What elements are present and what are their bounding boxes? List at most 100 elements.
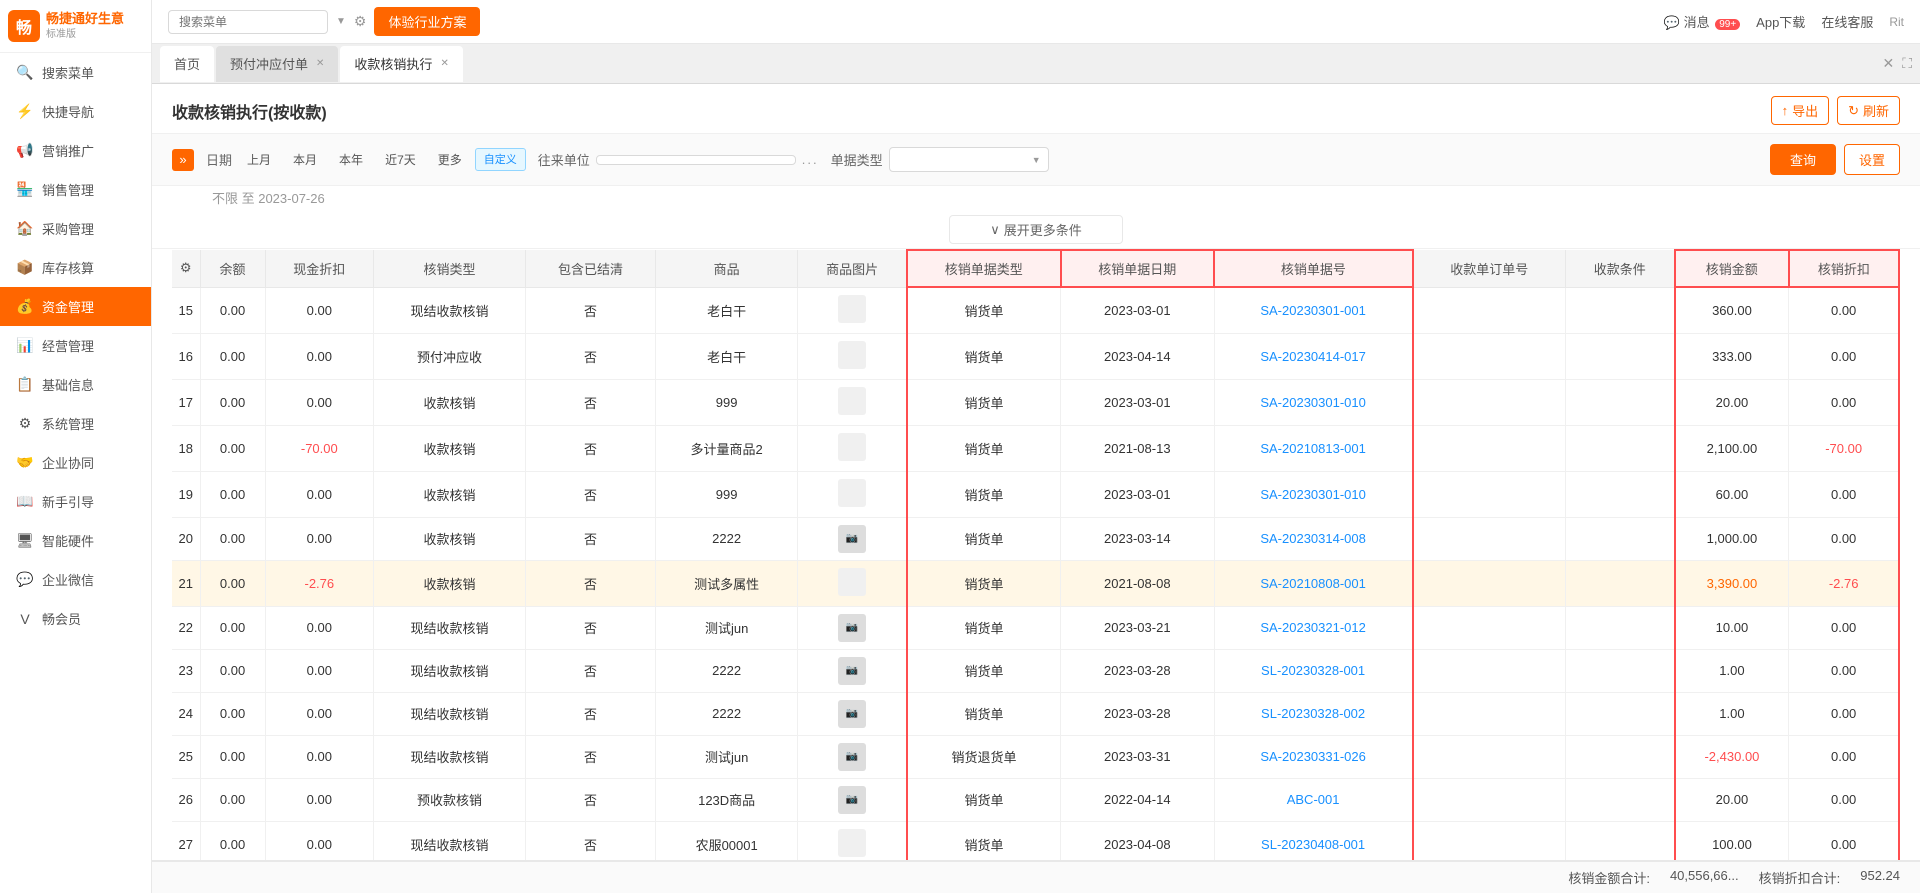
cell-bill-no: SA-20230301-010 xyxy=(1214,379,1413,425)
maximize-icon[interactable]: ⛶ xyxy=(1902,55,1912,72)
sidebar-item-wechat[interactable]: 💬企业微信 xyxy=(0,560,151,599)
partner-dots[interactable]: ... xyxy=(802,152,819,167)
bill-no-link[interactable]: ABC-001 xyxy=(1287,792,1340,807)
bill-no-link[interactable]: SA-20230321-012 xyxy=(1260,620,1366,635)
bill-no-link[interactable]: SA-20230331-026 xyxy=(1260,749,1366,764)
settings-icon[interactable]: ⚙ xyxy=(354,13,367,30)
cell-amount: 333.00 xyxy=(1675,333,1789,379)
cell-included: 否 xyxy=(525,333,655,379)
bill-no-link[interactable]: SL-20230328-002 xyxy=(1261,706,1365,721)
bill-no-link[interactable]: SA-20210808-001 xyxy=(1260,576,1366,591)
bill-no-link[interactable]: SA-20230414-017 xyxy=(1260,349,1366,364)
close-window-icon[interactable]: ✕ xyxy=(1882,55,1894,72)
bill-no-link[interactable]: SA-20230301-010 xyxy=(1260,395,1366,410)
cell-order-no xyxy=(1413,735,1566,778)
tab-receipt[interactable]: 收款核销执行✕ xyxy=(340,46,462,82)
cell-verify-type: 现结收款核销 xyxy=(374,287,526,333)
sidebar-item-basic[interactable]: 📋基础信息 xyxy=(0,365,151,404)
sales-icon: 🏪 xyxy=(16,181,34,199)
more-date-btn[interactable]: 更多 xyxy=(429,148,471,171)
expand-conditions-button[interactable]: ∨ 展开更多条件 xyxy=(949,215,1123,244)
cell-included: 否 xyxy=(525,560,655,606)
industry-solution-button[interactable]: 体验行业方案 xyxy=(374,7,480,36)
custom-date-btn[interactable]: 自定义 xyxy=(475,148,526,171)
table-row: 19 0.00 0.00 收款核销 否 999 销货单 2023-03-01 S… xyxy=(172,471,1899,517)
cell-bill-no: SL-20230328-001 xyxy=(1214,649,1413,692)
cell-cash-discount: 0.00 xyxy=(265,333,373,379)
sidebar-item-search[interactable]: 🔍搜索菜单 xyxy=(0,53,151,92)
cell-bill-no: SA-20230414-017 xyxy=(1214,333,1413,379)
last-month-btn[interactable]: 上月 xyxy=(238,148,280,171)
refresh-button[interactable]: ↻ 刷新 xyxy=(1837,96,1900,125)
cell-amount: 10.00 xyxy=(1675,606,1789,649)
bill-no-link[interactable]: SA-20210813-001 xyxy=(1260,441,1366,456)
partner-input[interactable] xyxy=(596,155,796,165)
system-icon: ⚙ xyxy=(16,415,34,433)
sidebar-item-hardware[interactable]: 🖥智能硬件 xyxy=(0,521,151,560)
export-button[interactable]: ↑ 导出 xyxy=(1771,96,1830,125)
search-input[interactable] xyxy=(168,10,328,34)
cell-bill-date: 2021-08-13 xyxy=(1061,425,1215,471)
tab-home[interactable]: 首页 xyxy=(160,46,214,82)
sidebar-item-system[interactable]: ⚙ 系统管理 xyxy=(0,404,151,443)
bill-no-link[interactable]: SL-20230328-001 xyxy=(1261,663,1365,678)
app-download-link[interactable]: App下载 xyxy=(1756,12,1805,31)
bill-no-link[interactable]: SA-20230314-008 xyxy=(1260,531,1366,546)
th-gear[interactable]: ⚙ xyxy=(172,250,200,287)
cell-included: 否 xyxy=(525,471,655,517)
tab-close-prepay[interactable]: ✕ xyxy=(316,58,324,69)
cell-included: 否 xyxy=(525,649,655,692)
sidebar-item-marketing[interactable]: 📢营销推广 xyxy=(0,131,151,170)
sidebar-item-member[interactable]: V畅会员 xyxy=(0,599,151,638)
bill-no-link[interactable]: SL-20230408-001 xyxy=(1261,837,1365,852)
sidebar-item-enterprise[interactable]: 🤝企业协同 xyxy=(0,443,151,482)
cell-goods: 农服00001 xyxy=(656,821,798,860)
bill-no-link[interactable]: SA-20230301-001 xyxy=(1260,303,1366,318)
sidebar-item-operations[interactable]: 📊经营管理 xyxy=(0,326,151,365)
th-bill-date: 核销单据日期 xyxy=(1061,250,1215,287)
inventory-icon: 📦 xyxy=(16,259,34,277)
brand-icon: 畅 xyxy=(8,10,40,42)
tab-close-receipt[interactable]: ✕ xyxy=(440,58,448,69)
sidebar-label-system: 系统管理 xyxy=(42,414,94,433)
this-month-btn[interactable]: 本月 xyxy=(284,148,326,171)
date-buttons: 上月 本月 本年 近7天 更多 自定义 xyxy=(238,148,526,171)
cell-order-no xyxy=(1413,287,1566,333)
cell-goods: 多计量商品2 xyxy=(656,425,798,471)
bill-type-select[interactable] xyxy=(889,147,1049,172)
cell-goods-img xyxy=(798,821,907,860)
cell-cash-discount: 0.00 xyxy=(265,379,373,425)
table-row: 26 0.00 0.00 预收款核销 否 123D商品 📷 销货单 2022-0… xyxy=(172,778,1899,821)
cell-goods-img xyxy=(798,287,907,333)
cell-balance: 0.00 xyxy=(200,692,265,735)
sidebar-label-enterprise: 企业协同 xyxy=(42,453,94,472)
tab-prepay[interactable]: 预付冲应付单✕ xyxy=(216,46,338,82)
setting-button[interactable]: 设置 xyxy=(1844,144,1900,175)
filter-expand-icon[interactable]: » xyxy=(172,149,194,171)
this-year-btn[interactable]: 本年 xyxy=(330,148,372,171)
sidebar-label-marketing: 营销推广 xyxy=(42,141,94,160)
cell-bill-type: 销货单 xyxy=(907,606,1061,649)
bill-no-link[interactable]: SA-20230301-010 xyxy=(1260,487,1366,502)
sidebar-item-nav[interactable]: ⚡快捷导航 xyxy=(0,92,151,131)
filter-date-item: 日期 上月 本月 本年 近7天 更多 自定义 xyxy=(206,148,526,171)
online-service-link[interactable]: 在线客服 xyxy=(1821,12,1873,31)
sidebar-label-basic: 基础信息 xyxy=(42,375,94,394)
data-table-wrap: ⚙ 余额 现金折扣 核销类型 包含已结清 商品 商品图片 核销单据类型 核销单据… xyxy=(152,249,1920,860)
cell-order-no xyxy=(1413,821,1566,860)
bill-type-select-wrap xyxy=(889,147,1049,172)
cell-bill-date: 2023-03-14 xyxy=(1061,517,1215,560)
th-order-no: 收款单订单号 xyxy=(1413,250,1566,287)
sidebar-label-inventory: 库存核算 xyxy=(42,258,94,277)
sidebar-item-inventory[interactable]: 📦 库存核算 xyxy=(0,248,151,287)
sidebar-item-sales[interactable]: 🏪销售管理 xyxy=(0,170,151,209)
brand-edition: 标准版 xyxy=(46,28,124,41)
sidebar-item-guide[interactable]: 📖新手引导 xyxy=(0,482,151,521)
query-button[interactable]: 查询 xyxy=(1770,144,1836,175)
sidebar-item-purchase[interactable]: 🏠采购管理 xyxy=(0,209,151,248)
cell-verify-type: 现结收款核销 xyxy=(374,692,526,735)
cell-included: 否 xyxy=(525,735,655,778)
sidebar-item-finance[interactable]: 💰资金管理 xyxy=(0,287,151,326)
message-icon[interactable]: 💬 消息 99+ xyxy=(1664,12,1740,31)
last-7days-btn[interactable]: 近7天 xyxy=(376,148,425,171)
